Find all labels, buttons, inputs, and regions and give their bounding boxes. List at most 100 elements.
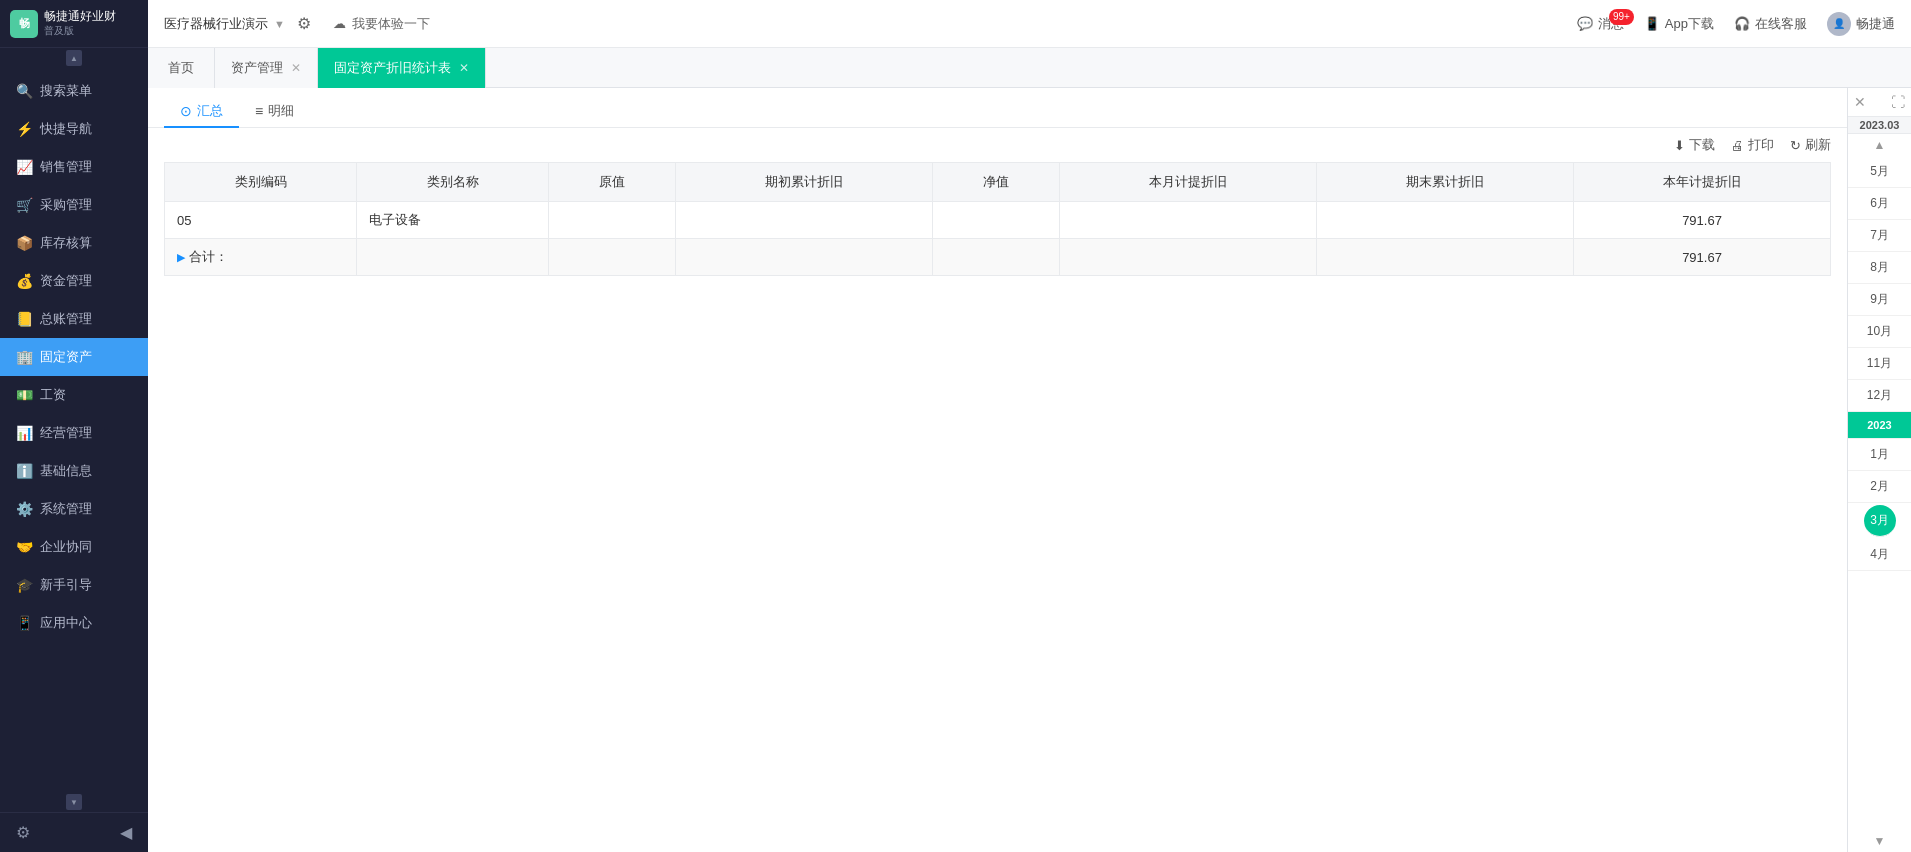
download-btn[interactable]: ⬇ 下载 <box>1674 136 1715 154</box>
sub-tab-label: 明细 <box>268 102 294 120</box>
sidebar-scroll-down[interactable]: ▼ <box>66 794 82 810</box>
month-item[interactable]: 11月 <box>1848 348 1911 380</box>
enterprise-nav-icon: 🤝 <box>16 539 32 555</box>
company-selector[interactable]: 医疗器械行业演示 ▼ <box>164 15 285 33</box>
ledger-nav-icon: 📒 <box>16 311 32 327</box>
month-item[interactable]: 8月 <box>1848 252 1911 284</box>
content-area: ⊙ 汇总≡ 明细 ⬇ 下载 🖨 打印 ↻ 刷新 <box>148 88 1911 852</box>
sidebar-item-label: 新手引导 <box>40 576 92 594</box>
year-marker: 2023 <box>1848 412 1911 439</box>
collapse-sidebar-icon[interactable]: ◀ <box>120 823 132 842</box>
company-name: 医疗器械行业演示 <box>164 15 268 33</box>
user-menu[interactable]: 👤 畅捷通 <box>1827 12 1895 36</box>
sidebar-item-label: 工资 <box>40 386 66 404</box>
sidebar-item-purchase[interactable]: 🛒 采购管理 <box>0 186 148 224</box>
month-item[interactable]: 10月 <box>1848 316 1911 348</box>
sidebar-item-system[interactable]: ⚙️ 系统管理 <box>0 490 148 528</box>
sidebar-item-sales[interactable]: 📈 销售管理 <box>0 148 148 186</box>
sidebar-item-inventory[interactable]: 📦 库存核算 <box>0 224 148 262</box>
sidebar-item-finance[interactable]: 💰 资金管理 <box>0 262 148 300</box>
sidebar-item-label: 系统管理 <box>40 500 92 518</box>
sub-tab-detail[interactable]: ≡ 明细 <box>239 96 310 128</box>
panel-close-icon[interactable]: ✕ <box>1854 94 1866 110</box>
table-wrapper: 类别编码类别名称原值期初累计折旧净值本月计提折旧期末累计折旧本年计提折旧05电子… <box>148 162 1847 852</box>
table-cell: 05 <box>165 202 357 239</box>
customer-service-btn[interactable]: 🎧 在线客服 <box>1734 15 1807 33</box>
experience-text: 我要体验一下 <box>352 15 430 33</box>
table-cell <box>676 202 933 239</box>
sidebar-item-label: 基础信息 <box>40 462 92 480</box>
appcenter-nav-icon: 📱 <box>16 615 32 631</box>
panel-header: ✕ ⛶ <box>1848 88 1911 116</box>
month-item[interactable]: 9月 <box>1848 284 1911 316</box>
headset-icon: 🎧 <box>1734 16 1750 31</box>
month-item[interactable]: 6月 <box>1848 188 1911 220</box>
sidebar-scroll-up[interactable]: ▲ <box>66 50 82 66</box>
refresh-btn[interactable]: ↻ 刷新 <box>1790 136 1831 154</box>
month-item[interactable]: 1月 <box>1848 439 1911 471</box>
month-item[interactable]: 4月 <box>1848 539 1911 571</box>
month-item[interactable]: 7月 <box>1848 220 1911 252</box>
finance-nav-icon: 💰 <box>16 273 32 289</box>
table-cell <box>549 202 676 239</box>
col-header: 类别名称 <box>357 163 549 202</box>
summary-subtab-icon: ⊙ <box>180 103 192 119</box>
app-download-btn[interactable]: 📱 App下载 <box>1644 15 1714 33</box>
month-list: 5月6月7月8月9月10月11月12月20231月2月3月4月 <box>1848 156 1911 830</box>
inventory-nav-icon: 📦 <box>16 235 32 251</box>
sidebar-header: 畅 畅捷通好业财 普及版 <box>0 0 148 48</box>
content-toolbar: ⬇ 下载 🖨 打印 ↻ 刷新 <box>148 128 1847 162</box>
sidebar-item-enterprise[interactable]: 🤝 企业协同 <box>0 528 148 566</box>
sidebar-item-operations[interactable]: 📊 经营管理 <box>0 414 148 452</box>
tab-close-icon[interactable]: ✕ <box>459 61 469 75</box>
tab-label: 首页 <box>168 59 194 77</box>
sidebar-item-label: 快捷导航 <box>40 120 92 138</box>
sub-tab-label: 汇总 <box>197 102 223 120</box>
tab-depreciation[interactable]: 固定资产折旧统计表 ✕ <box>318 48 486 88</box>
sidebar-item-ledger[interactable]: 📒 总账管理 <box>0 300 148 338</box>
total-cell <box>1060 239 1317 276</box>
month-scroll-up-btn[interactable]: ▲ <box>1848 134 1911 156</box>
sidebar-item-label: 经营管理 <box>40 424 92 442</box>
total-cell <box>933 239 1060 276</box>
sub-tabs: ⊙ 汇总≡ 明细 <box>148 88 1847 128</box>
sidebar-item-payroll[interactable]: 💵 工资 <box>0 376 148 414</box>
current-date-label: 2023.03 <box>1848 116 1911 134</box>
month-item[interactable]: 12月 <box>1848 380 1911 412</box>
panel-expand-icon[interactable]: ⛶ <box>1891 94 1905 110</box>
sidebar-item-search[interactable]: 🔍 搜索菜单 <box>0 72 148 110</box>
sidebar-footer: ⚙ ◀ <box>0 812 148 852</box>
message-btn[interactable]: 💬 消息 99+ <box>1577 15 1624 33</box>
total-label: ▶合计： <box>165 239 357 276</box>
settings-icon[interactable]: ⚙ <box>16 823 30 842</box>
message-icon: 💬 <box>1577 16 1593 31</box>
tab-assets[interactable]: 资产管理 ✕ <box>215 48 318 88</box>
download-icon: ⬇ <box>1674 138 1685 153</box>
topbar-settings-icon[interactable]: ⚙ <box>297 14 311 33</box>
total-expand-icon[interactable]: ▶ <box>177 251 185 263</box>
sidebar-item-quicknav[interactable]: ⚡ 快捷导航 <box>0 110 148 148</box>
month-scroll-down-btn[interactable]: ▼ <box>1848 830 1911 852</box>
tab-home[interactable]: 首页 <box>148 48 215 88</box>
experience-btn[interactable]: ☁ 我要体验一下 <box>323 11 440 37</box>
app-download-label: App下载 <box>1665 15 1714 33</box>
purchase-nav-icon: 🛒 <box>16 197 32 213</box>
sidebar-item-basicinfo[interactable]: ℹ️ 基础信息 <box>0 452 148 490</box>
sidebar: 畅 畅捷通好业财 普及版 ▲ 🔍 搜索菜单⚡ 快捷导航📈 销售管理🛒 采购管理📦… <box>0 0 148 852</box>
month-item[interactable]: 3月 <box>1864 505 1896 537</box>
tab-close-icon[interactable]: ✕ <box>291 61 301 75</box>
username: 畅捷通 <box>1856 15 1895 33</box>
quicknav-nav-icon: ⚡ <box>16 121 32 137</box>
month-item[interactable]: 2月 <box>1848 471 1911 503</box>
cloud-icon: ☁ <box>333 16 346 31</box>
month-item[interactable]: 5月 <box>1848 156 1911 188</box>
print-btn[interactable]: 🖨 打印 <box>1731 136 1774 154</box>
col-header: 期末累计折旧 <box>1317 163 1574 202</box>
sub-tab-summary[interactable]: ⊙ 汇总 <box>164 96 239 128</box>
sidebar-item-label: 采购管理 <box>40 196 92 214</box>
depreciation-table: 类别编码类别名称原值期初累计折旧净值本月计提折旧期末累计折旧本年计提折旧05电子… <box>164 162 1831 276</box>
sidebar-item-fixedassets[interactable]: 🏢 固定资产 <box>0 338 148 376</box>
sidebar-item-newguide[interactable]: 🎓 新手引导 <box>0 566 148 604</box>
sidebar-item-appcenter[interactable]: 📱 应用中心 <box>0 604 148 642</box>
newguide-nav-icon: 🎓 <box>16 577 32 593</box>
